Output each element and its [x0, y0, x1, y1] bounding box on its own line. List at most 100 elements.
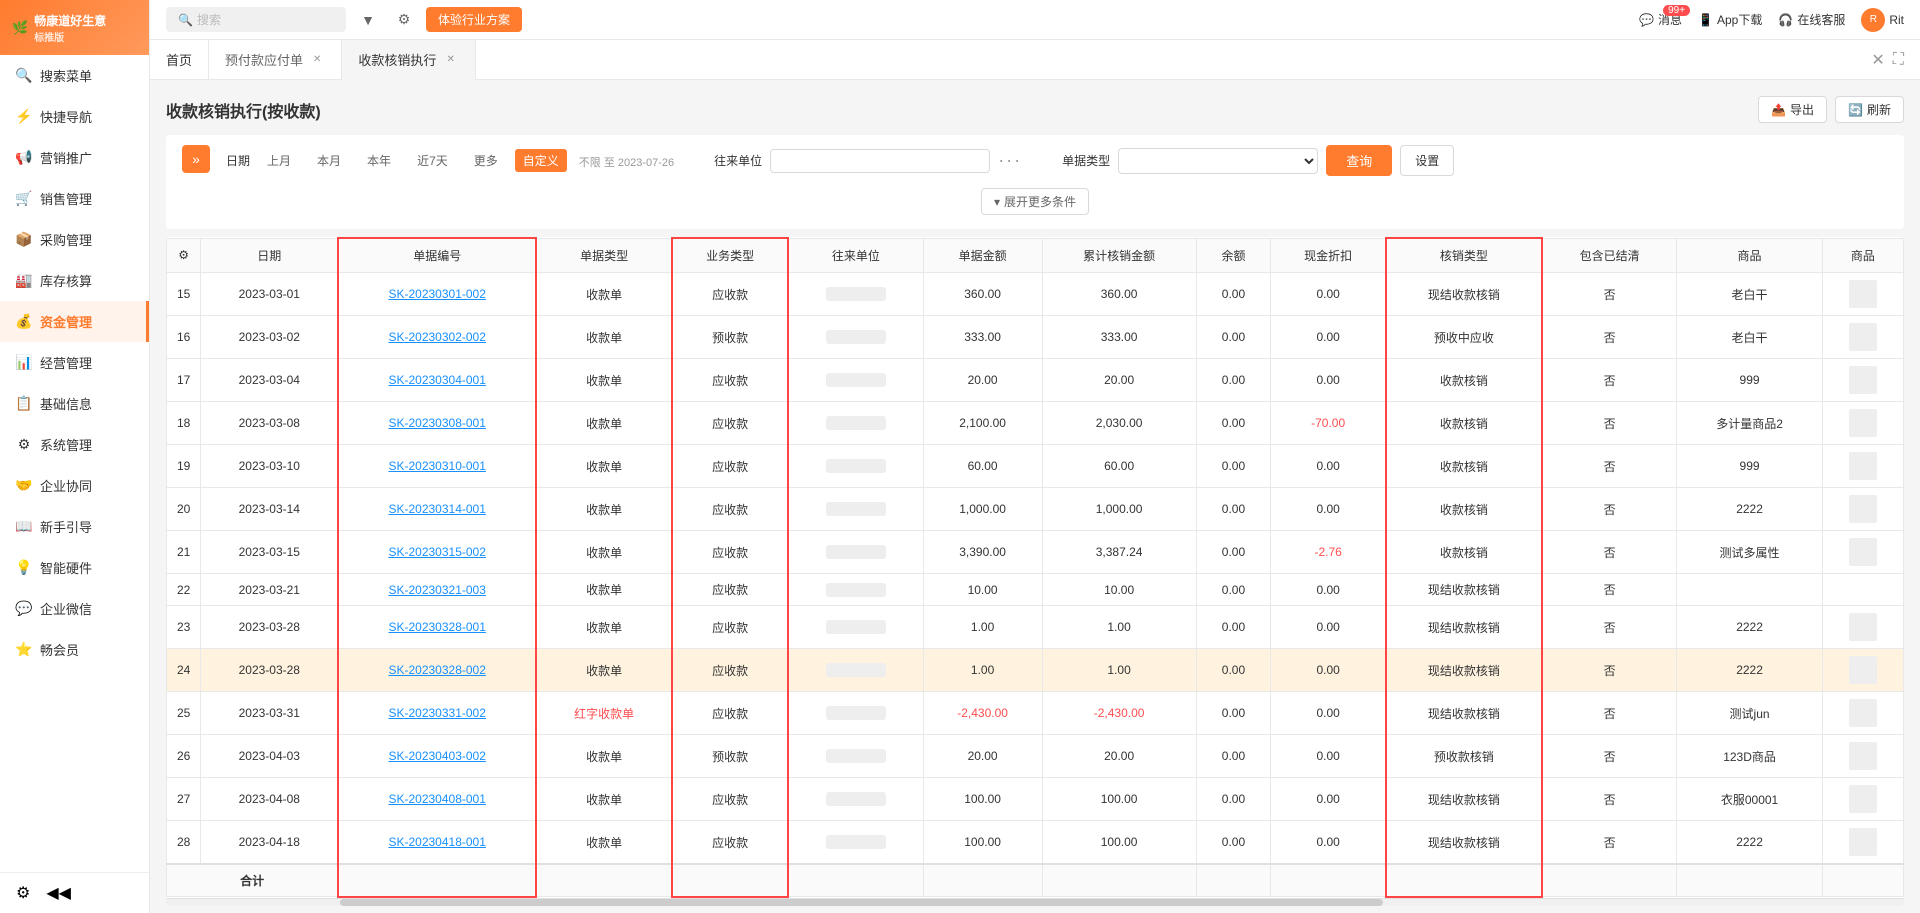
doc-no-link[interactable]: SK-20230304-001: [388, 373, 485, 387]
partner-more-btn[interactable]: ···: [998, 150, 1022, 171]
tab-writeoff[interactable]: 收款核销执行 ✕: [342, 40, 475, 80]
sidebar-item-purchase[interactable]: 📦 采购管理: [0, 219, 149, 260]
date-7days[interactable]: 近7天: [408, 148, 457, 173]
filter-expand-btn[interactable]: »: [182, 145, 210, 173]
sidebar-item-sales[interactable]: 🛒 销售管理: [0, 178, 149, 219]
topbar-left: 🔍 搜索 ▼ ⚙ 体验行业方案: [166, 6, 1627, 34]
doc-no-link[interactable]: SK-20230331-002: [388, 706, 485, 720]
tab-prepay-close[interactable]: ✕: [309, 52, 325, 67]
cell-partner: [788, 316, 923, 359]
col-included[interactable]: 包含已结清: [1542, 238, 1677, 273]
cell-included: 否: [1542, 488, 1677, 531]
doc-no-link[interactable]: SK-20230302-002: [388, 330, 485, 344]
doc-no-link[interactable]: SK-20230321-003: [388, 583, 485, 597]
sidebar-item-collab[interactable]: 🤝 企业协同: [0, 465, 149, 506]
doc-no-link[interactable]: SK-20230408-001: [388, 792, 485, 806]
doctype-select[interactable]: 收款单 红字收款单: [1118, 148, 1318, 174]
cell-cash-disc: 0.00: [1271, 735, 1386, 778]
col-settings[interactable]: ⚙: [167, 238, 201, 273]
col-cash-disc[interactable]: 现金折扣: [1271, 238, 1386, 273]
footer-goods2: [1822, 864, 1903, 897]
col-writeoff-type[interactable]: 核销类型: [1386, 238, 1542, 273]
tab-prepay[interactable]: 预付款应付单 ✕: [209, 40, 342, 80]
table-scrollbar[interactable]: [166, 898, 1904, 906]
cell-balance: 0.00: [1196, 488, 1271, 531]
cell-goods1: 测试jun: [1677, 692, 1822, 735]
cell-partner: [788, 402, 923, 445]
search-bar[interactable]: 🔍 搜索: [166, 7, 346, 32]
partner-value: [826, 620, 886, 634]
dropdown-arrow[interactable]: ▼: [354, 6, 382, 34]
doc-no-link[interactable]: SK-20230328-001: [388, 620, 485, 634]
sidebar-item-basics[interactable]: 📋 基础信息: [0, 383, 149, 424]
gear-btn[interactable]: ⚙: [390, 6, 418, 34]
sidebar-item-guide[interactable]: 📖 新手引导: [0, 506, 149, 547]
sidebar-label-purchase: 采购管理: [40, 230, 92, 249]
sidebar-item-hardware[interactable]: 💡 智能硬件: [0, 547, 149, 588]
doc-no-link[interactable]: SK-20230328-002: [388, 663, 485, 677]
cell-goods1: 2222: [1677, 488, 1822, 531]
cell-acc-amount: 1,000.00: [1042, 488, 1196, 531]
col-docno[interactable]: 单据编号: [338, 238, 536, 273]
collapse-icon[interactable]: ◀◀: [46, 883, 71, 903]
sidebar-item-vip[interactable]: ⭐ 畅会员: [0, 629, 149, 670]
date-last-month[interactable]: 上月: [258, 148, 300, 173]
date-this-month[interactable]: 本月: [308, 148, 350, 173]
doc-no-link[interactable]: SK-20230418-001: [388, 835, 485, 849]
col-goods1[interactable]: 商品: [1677, 238, 1822, 273]
col-acc-amount[interactable]: 累计核销金额: [1042, 238, 1196, 273]
sidebar-item-system[interactable]: ⚙ 系统管理: [0, 424, 149, 465]
refresh-btn[interactable]: 🔄 刷新: [1835, 96, 1904, 123]
cell-cash-disc: 0.00: [1271, 273, 1386, 316]
main-area: 🔍 搜索 ▼ ⚙ 体验行业方案 💬 消息 99+ 📱 App下载 🎧 在线客服: [150, 0, 1920, 913]
export-btn[interactable]: 📤 导出: [1758, 96, 1827, 123]
expand-more-btn[interactable]: ▾ 展开更多条件: [981, 188, 1089, 215]
user-area[interactable]: R Rit: [1861, 8, 1904, 32]
partner-input[interactable]: [770, 149, 990, 173]
col-date[interactable]: 日期: [201, 238, 338, 273]
online-service-btn[interactable]: 🎧 在线客服: [1778, 11, 1845, 28]
sidebar-item-shortcut[interactable]: ⚡ 快捷导航: [0, 96, 149, 137]
col-goods2[interactable]: 商品: [1822, 238, 1903, 273]
col-doctype[interactable]: 单据类型: [536, 238, 672, 273]
setting-btn[interactable]: 设置: [1400, 145, 1454, 176]
close-all-icon[interactable]: ✕: [1871, 50, 1884, 70]
query-btn[interactable]: 查询: [1326, 145, 1392, 176]
solution-btn[interactable]: 体验行业方案: [426, 7, 522, 32]
sidebar-item-management[interactable]: 📊 经营管理: [0, 342, 149, 383]
date-range-display: 不限 至 2023-07-26: [579, 154, 674, 170]
cell-goods1: 2222: [1677, 821, 1822, 865]
doc-no-link[interactable]: SK-20230314-001: [388, 502, 485, 516]
sidebar-item-search[interactable]: 🔍 搜索菜单: [0, 55, 149, 96]
date-more[interactable]: 更多: [465, 148, 507, 173]
tab-writeoff-close[interactable]: ✕: [442, 52, 458, 67]
app-download-btn[interactable]: 📱 App下载: [1698, 11, 1762, 28]
guide-icon: 📖: [16, 519, 32, 535]
doc-no-link[interactable]: SK-20230315-002: [388, 545, 485, 559]
settings-bottom-icon[interactable]: ⚙: [16, 883, 30, 903]
doc-no-link[interactable]: SK-20230301-002: [388, 287, 485, 301]
doc-no-link[interactable]: SK-20230308-001: [388, 416, 485, 430]
tab-home[interactable]: 首页: [150, 40, 209, 80]
doc-no-link[interactable]: SK-20230403-002: [388, 749, 485, 763]
sidebar-label-guide: 新手引导: [40, 517, 92, 536]
sidebar-item-marketing[interactable]: 📢 营销推广: [0, 137, 149, 178]
date-custom-btn[interactable]: 自定义: [515, 149, 567, 172]
cell-amount: 100.00: [923, 821, 1042, 865]
message-btn[interactable]: 💬 消息 99+: [1639, 11, 1682, 28]
expand-tab-icon[interactable]: ⛶: [1893, 51, 1904, 69]
sidebar-item-wechat[interactable]: 💬 企业微信: [0, 588, 149, 629]
cell-included: 否: [1542, 692, 1677, 735]
cell-partner: [788, 445, 923, 488]
col-amount[interactable]: 单据金额: [923, 238, 1042, 273]
cell-cash-disc: 0.00: [1271, 359, 1386, 402]
cell-no: 23: [167, 606, 201, 649]
table-row: 26 2023-04-03 SK-20230403-002 收款单 预收款 20…: [167, 735, 1904, 778]
sidebar-item-inventory[interactable]: 🏭 库存核算: [0, 260, 149, 301]
col-partner[interactable]: 往来单位: [788, 238, 923, 273]
col-balance[interactable]: 余额: [1196, 238, 1271, 273]
col-biztype[interactable]: 业务类型: [672, 238, 788, 273]
date-this-year[interactable]: 本年: [358, 148, 400, 173]
sidebar-item-finance[interactable]: 💰 资金管理: [0, 301, 149, 342]
doc-no-link[interactable]: SK-20230310-001: [388, 459, 485, 473]
